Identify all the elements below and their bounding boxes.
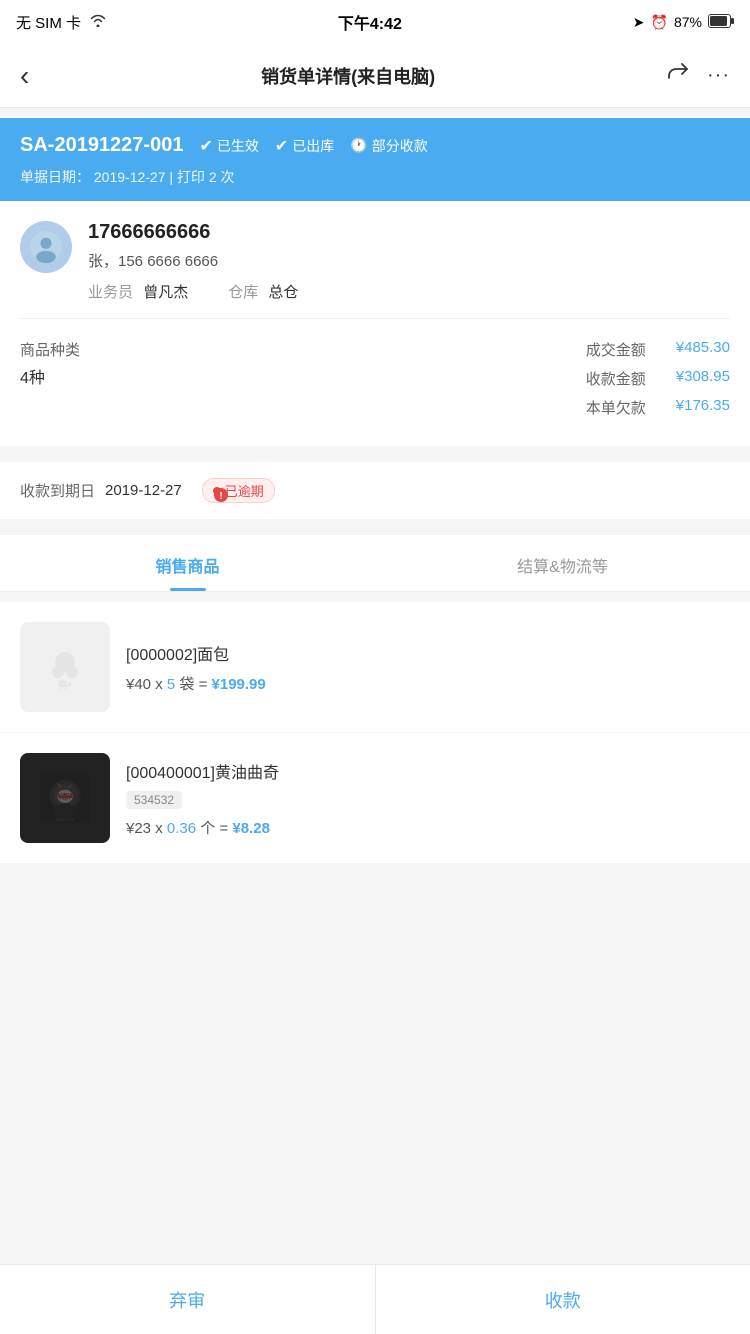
received-amount-row: 收款金额 ¥308.95 [586,368,730,389]
status-bar-right: ➤ ⏰ 87% [633,14,734,31]
status-partial-payment: 🕐 部分收款 [350,136,427,156]
product-price-2: ¥23 x 0.36 个 = ¥8.28 [126,817,730,838]
more-icon[interactable]: ··· [707,64,730,87]
owed-amount-row: 本单欠款 ¥176.35 [586,397,730,418]
product-item: 鸮+ [0000002]面包 ¥40 x 5 袋 = ¥199.99 [0,602,750,733]
salesperson-info: 业务员 曾凡杰 [88,281,188,302]
status-bar-time: 下午4:42 [338,10,402,34]
status-bar: 无 SIM 卡 下午4:42 ➤ ⏰ 87% [0,0,750,44]
deal-amount-row: 成交金额 ¥485.30 [586,339,730,360]
clock-icon: 🕐 [350,137,367,154]
order-date-info: 单据日期： 2019-12-27 | 打印 2 次 [20,167,730,187]
nav-bar: ‹ 销货单详情(来自电脑) ··· [0,44,750,108]
order-header-banner: SA-20191227-001 ✔ 已生效 ✔ 已出库 🕐 部分收款 单据日期：… [0,118,750,201]
back-button[interactable]: ‹ [20,60,29,92]
product-price-1: ¥40 x 5 袋 = ¥199.99 [126,673,730,694]
product-name-2: [000400001]黄油曲奇 [126,759,730,783]
check-icon-1: ✔ [199,136,212,156]
due-date-section: 收款到期日 2019-12-27 ! 已逾期 [0,456,750,519]
confirm-payment-button[interactable]: 收款 [376,1265,750,1334]
products-section: 鸮+ [0000002]面包 ¥40 x 5 袋 = ¥199.99 [0,602,750,864]
product-image-2: DARKNESS [20,753,110,843]
product-image-1: 鸮+ [20,622,110,712]
amounts-section: 商品种类 4种 成交金额 ¥485.30 收款金额 ¥308.95 本单欠款 ¥… [0,319,750,446]
customer-id: 17666666666 [88,221,730,244]
product-info-2: [000400001]黄油曲奇 534532 ¥23 x 0.36 个 = ¥8… [126,759,730,838]
wifi-icon [89,13,107,31]
customer-meta: 业务员 曾凡杰 仓库 总仓 [88,281,730,302]
svg-text:鸮+: 鸮+ [58,679,72,690]
customer-name-phone: 张，156 6666 6666 [88,250,730,271]
order-id: SA-20191227-001 [20,134,183,157]
svg-text:!: ! [219,491,222,502]
check-icon-2: ✔ [275,136,288,156]
tab-settlement[interactable]: 结算&物流等 [375,535,750,591]
warehouse-info: 仓库 总仓 [228,281,298,302]
customer-info: 17666666666 张，156 6666 6666 业务员 曾凡杰 仓库 总… [88,221,730,302]
page-title: 销货单详情(来自电脑) [261,63,435,89]
amounts-right: 成交金额 ¥485.30 收款金额 ¥308.95 本单欠款 ¥176.35 [586,339,730,426]
tab-sales-products[interactable]: 销售商品 [0,535,375,591]
overdue-dot-icon: ! [213,487,221,495]
bottom-bar: 弃审 收款 [0,1264,750,1334]
nav-actions: ··· [667,62,730,90]
location-icon: ➤ [633,14,645,31]
product-item: DARKNESS [000400001]黄油曲奇 534532 ¥23 x 0.… [0,733,750,864]
status-bar-left: 无 SIM 卡 [16,12,107,33]
product-tag-2: 534532 [126,791,182,809]
overdue-badge: ! 已逾期 [202,478,275,503]
battery-text: 87% [674,14,702,30]
avatar [20,221,72,273]
tabs: 销售商品 结算&物流等 [0,529,750,592]
status-shipped: ✔ 已出库 [275,136,334,156]
product-types: 商品种类 4种 [20,339,80,388]
svg-text:DARKNESS: DARKNESS [56,818,75,822]
cancel-button[interactable]: 弃审 [0,1265,376,1334]
carrier-text: 无 SIM 卡 [16,12,81,33]
customer-section: 17666666666 张，156 6666 6666 业务员 曾凡杰 仓库 总… [0,201,750,446]
alarm-icon: ⏰ [651,14,668,31]
battery-icon [708,14,734,31]
product-info-1: [0000002]面包 ¥40 x 5 袋 = ¥199.99 [126,641,730,694]
product-name-1: [0000002]面包 [126,641,730,665]
share-icon[interactable] [667,62,689,90]
status-effected: ✔ 已生效 [199,136,258,156]
